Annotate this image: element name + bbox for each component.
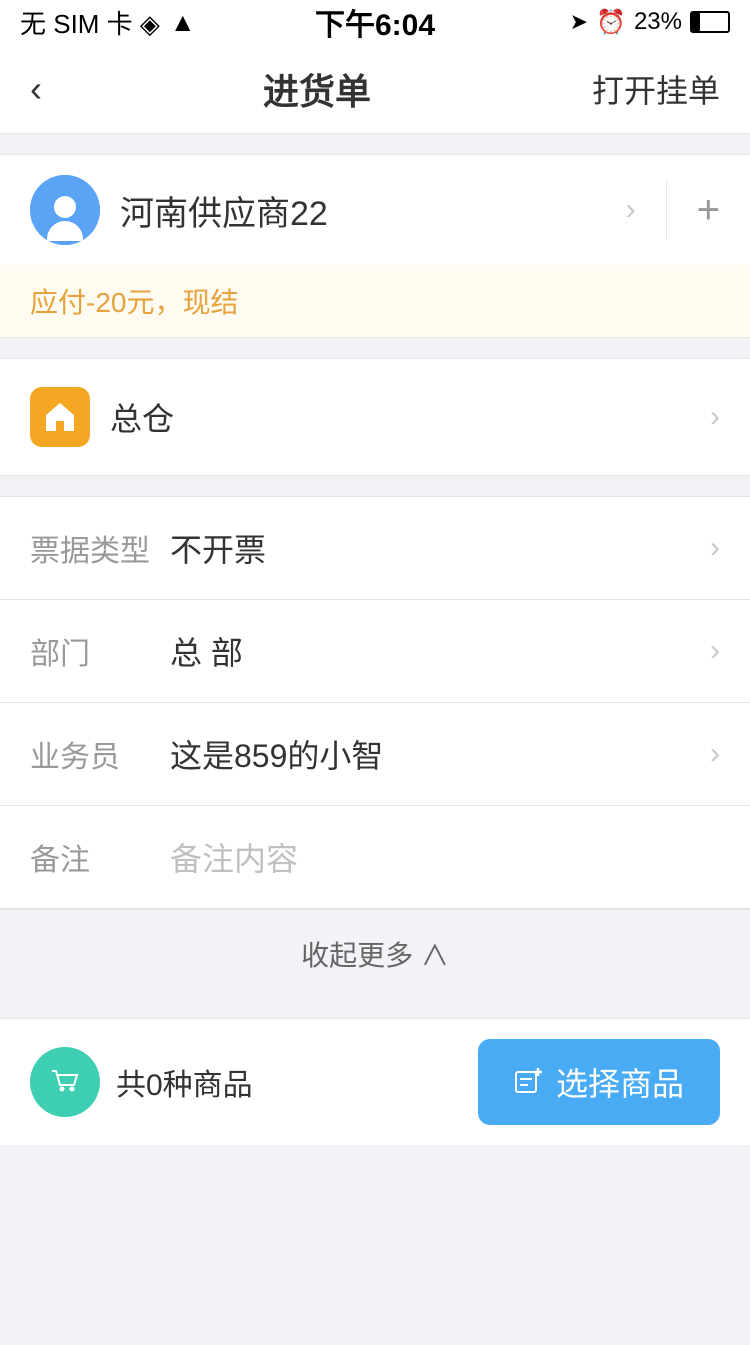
- status-bar-left: 无 SIM 卡 ◈ ▲: [20, 4, 196, 41]
- page-title: 进货单: [263, 63, 371, 115]
- collapse-row[interactable]: 收起更多 ∧: [0, 909, 750, 998]
- warehouse-name: 总仓: [110, 394, 710, 440]
- location-icon: ➤: [570, 9, 588, 35]
- section-gap-1: [0, 134, 750, 154]
- status-bar-time: 下午6:04: [315, 0, 435, 44]
- select-goods-label: 选择商品: [556, 1059, 684, 1105]
- remark-label: 备注: [30, 835, 170, 879]
- department-chevron-icon: ›: [710, 634, 720, 668]
- open-pending-button[interactable]: 打开挂单: [592, 66, 720, 112]
- status-bar-right: ➤ ⏰ 23%: [570, 8, 730, 37]
- invoice-type-value: 不开票: [170, 525, 710, 571]
- goods-info: 共0种商品: [30, 1047, 253, 1117]
- vertical-divider: [666, 180, 667, 240]
- section-gap-3: [0, 476, 750, 496]
- wifi-icon: ▲: [170, 7, 196, 38]
- fields-section: 票据类型 不开票 › 部门 总 部 › 业务员 这是859的小智 › 备注 备注…: [0, 496, 750, 909]
- add-icon[interactable]: +: [697, 188, 720, 233]
- warehouse-section[interactable]: 总仓 ›: [0, 358, 750, 476]
- supplier-actions: › +: [626, 180, 720, 240]
- nav-bar: ‹ 进货单 打开挂单: [0, 44, 750, 134]
- select-goods-icon: [514, 1066, 546, 1098]
- department-value: 总 部: [170, 628, 710, 674]
- supplier-row[interactable]: 河南供应商22 › +: [0, 155, 750, 265]
- invoice-type-chevron-icon: ›: [710, 531, 720, 565]
- supplier-section: 河南供应商22 › + 应付-20元，现结: [0, 154, 750, 338]
- remark-row[interactable]: 备注 备注内容: [0, 806, 750, 908]
- salesperson-value: 这是859的小智: [170, 731, 710, 777]
- select-goods-button[interactable]: 选择商品: [478, 1039, 720, 1125]
- warehouse-icon-wrap: [30, 387, 90, 447]
- section-gap-4: [0, 998, 750, 1018]
- department-label: 部门: [30, 629, 170, 673]
- salesperson-chevron-icon: ›: [710, 737, 720, 771]
- warehouse-icon: [42, 399, 78, 435]
- status-bar: 无 SIM 卡 ◈ ▲ 下午6:04 ➤ ⏰ 23%: [0, 0, 750, 44]
- alarm-icon: ⏰: [596, 8, 626, 37]
- department-row[interactable]: 部门 总 部 ›: [0, 600, 750, 703]
- cart-icon: [46, 1063, 84, 1101]
- salesperson-row[interactable]: 业务员 这是859的小智 ›: [0, 703, 750, 806]
- invoice-type-label: 票据类型: [30, 526, 170, 570]
- supplier-chevron-icon: ›: [626, 193, 636, 227]
- goods-count: 共0种商品: [116, 1060, 253, 1104]
- warehouse-row[interactable]: 总仓 ›: [0, 359, 750, 475]
- cart-icon-wrap: [30, 1047, 100, 1117]
- bottom-bar: 共0种商品 选择商品: [0, 1018, 750, 1145]
- salesperson-label: 业务员: [30, 732, 170, 776]
- remark-placeholder[interactable]: 备注内容: [170, 834, 720, 880]
- section-gap-2: [0, 338, 750, 358]
- invoice-type-row[interactable]: 票据类型 不开票 ›: [0, 497, 750, 600]
- notice-text: 应付-20元，现结: [30, 287, 238, 318]
- supplier-avatar: [30, 175, 100, 245]
- battery-level: 23%: [634, 8, 682, 36]
- supplier-name: 河南供应商22: [120, 186, 626, 235]
- battery-icon: [690, 11, 730, 33]
- collapse-label: 收起更多 ∧: [301, 934, 449, 974]
- back-button[interactable]: ‹: [30, 68, 42, 110]
- sim-status: 无 SIM 卡 ◈: [20, 4, 160, 41]
- warehouse-chevron-icon: ›: [710, 400, 720, 434]
- notice-bar: 应付-20元，现结: [0, 265, 750, 337]
- body-background: [0, 1145, 750, 1345]
